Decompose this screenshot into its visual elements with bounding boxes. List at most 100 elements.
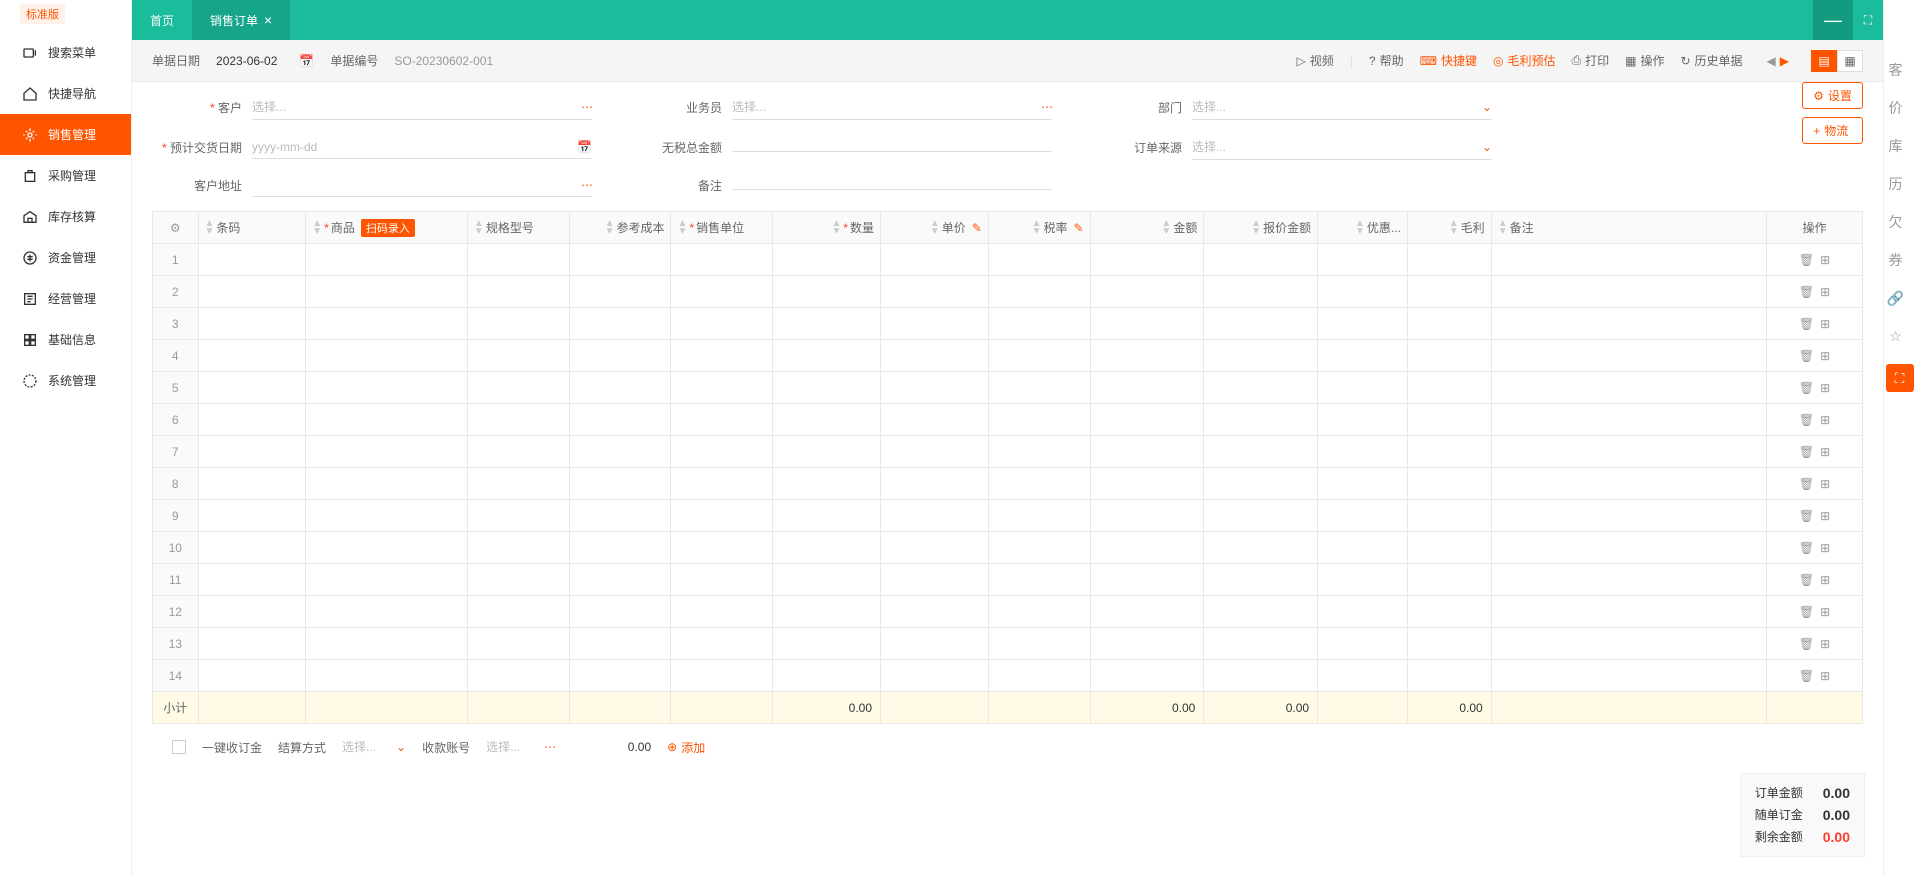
table-cell[interactable] (671, 276, 773, 308)
amount-input[interactable] (732, 143, 1052, 152)
doc-date-value[interactable]: 2023-06-02 (216, 54, 277, 68)
barcode-col[interactable]: ▲▼条码 (198, 212, 306, 244)
prev-button[interactable]: ◀ (1767, 54, 1776, 68)
copy-icon[interactable]: ⊞ (1820, 477, 1830, 491)
table-cell[interactable] (988, 500, 1090, 532)
table-cell[interactable] (988, 372, 1090, 404)
table-cell[interactable] (988, 532, 1090, 564)
table-cell[interactable] (988, 596, 1090, 628)
tab-首页[interactable]: 首页 (132, 0, 192, 40)
table-cell[interactable] (1090, 436, 1204, 468)
table-cell[interactable] (569, 660, 671, 692)
table-cell[interactable] (569, 628, 671, 660)
table-row[interactable]: 6🗑⊞ (153, 404, 1863, 436)
table-cell[interactable] (306, 500, 468, 532)
table-cell[interactable] (306, 244, 468, 276)
chevron-down-icon[interactable]: ⌄ (1482, 100, 1492, 114)
table-cell[interactable] (988, 660, 1090, 692)
rail-价-icon[interactable]: 价 (1886, 98, 1906, 118)
copy-icon[interactable]: ⊞ (1820, 413, 1830, 427)
rail-expand-icon[interactable]: ⛶ (1886, 364, 1914, 392)
table-cell[interactable] (1491, 436, 1766, 468)
table-cell[interactable] (671, 404, 773, 436)
settle-select[interactable]: 选择...⌄ (342, 738, 406, 756)
table-cell[interactable] (881, 564, 989, 596)
table-cell[interactable] (198, 660, 306, 692)
operate-button[interactable]: ▦操作 (1625, 52, 1664, 69)
table-cell[interactable] (881, 436, 989, 468)
table-cell[interactable] (1204, 404, 1318, 436)
table-cell[interactable] (569, 372, 671, 404)
table-row[interactable]: 13🗑⊞ (153, 628, 1863, 660)
table-cell[interactable] (198, 404, 306, 436)
table-cell[interactable] (467, 276, 569, 308)
minimize-button[interactable]: — (1813, 0, 1853, 40)
video-button[interactable]: ▷视频 (1297, 52, 1334, 69)
table-cell[interactable] (198, 628, 306, 660)
table-cell[interactable] (773, 276, 881, 308)
table-cell[interactable] (988, 276, 1090, 308)
table-cell[interactable] (671, 660, 773, 692)
delete-icon[interactable]: 🗑 (1799, 573, 1814, 587)
table-row[interactable]: 10🗑⊞ (153, 532, 1863, 564)
table-cell[interactable] (467, 596, 569, 628)
table-cell[interactable] (198, 468, 306, 500)
table-cell[interactable] (988, 436, 1090, 468)
table-cell[interactable] (198, 308, 306, 340)
amount-col[interactable]: ▲▼金额 (1090, 212, 1204, 244)
table-cell[interactable] (198, 276, 306, 308)
table-cell[interactable] (1204, 340, 1318, 372)
table-cell[interactable] (467, 500, 569, 532)
tab-销售订单[interactable]: 销售订单× (192, 0, 290, 40)
customer-select[interactable]: 选择...⋯ (252, 94, 592, 120)
table-cell[interactable] (569, 340, 671, 372)
copy-icon[interactable]: ⊞ (1820, 637, 1830, 651)
table-cell[interactable] (1204, 596, 1318, 628)
delete-icon[interactable]: 🗑 (1799, 637, 1814, 651)
table-cell[interactable] (1318, 564, 1408, 596)
table-cell[interactable] (1407, 532, 1491, 564)
table-cell[interactable] (671, 436, 773, 468)
table-cell[interactable] (881, 500, 989, 532)
table-cell[interactable] (306, 308, 468, 340)
table-row[interactable]: 7🗑⊞ (153, 436, 1863, 468)
table-cell[interactable] (1407, 244, 1491, 276)
table-cell[interactable] (671, 340, 773, 372)
table-cell[interactable] (467, 372, 569, 404)
table-cell[interactable] (306, 660, 468, 692)
table-cell[interactable] (1407, 628, 1491, 660)
delete-icon[interactable]: 🗑 (1799, 477, 1814, 491)
copy-icon[interactable]: ⊞ (1820, 605, 1830, 619)
table-cell[interactable] (881, 596, 989, 628)
history-button[interactable]: ↻历史单据 (1680, 52, 1742, 69)
table-cell[interactable] (1204, 244, 1318, 276)
table-cell[interactable] (1204, 276, 1318, 308)
table-cell[interactable] (1407, 404, 1491, 436)
rail-欠-icon[interactable]: 欠 (1886, 212, 1906, 232)
table-cell[interactable] (569, 308, 671, 340)
table-cell[interactable] (1204, 372, 1318, 404)
table-cell[interactable] (1491, 244, 1766, 276)
delete-icon[interactable]: 🗑 (1799, 349, 1814, 363)
table-cell[interactable] (773, 308, 881, 340)
delete-icon[interactable]: 🗑 (1799, 253, 1814, 267)
table-cell[interactable] (467, 532, 569, 564)
table-cell[interactable] (671, 628, 773, 660)
table-cell[interactable] (773, 404, 881, 436)
gear-col[interactable]: ⚙ (153, 212, 199, 244)
table-cell[interactable] (198, 372, 306, 404)
rail-link-icon[interactable]: 🔗 (1886, 288, 1906, 308)
table-cell[interactable] (1318, 244, 1408, 276)
table-cell[interactable] (1491, 564, 1766, 596)
delete-icon[interactable]: 🗑 (1799, 605, 1814, 619)
table-cell[interactable] (671, 468, 773, 500)
table-cell[interactable] (569, 564, 671, 596)
table-cell[interactable] (773, 660, 881, 692)
table-cell[interactable] (569, 404, 671, 436)
table-cell[interactable] (773, 564, 881, 596)
copy-icon[interactable]: ⊞ (1820, 541, 1830, 555)
more-icon[interactable]: ⋯ (581, 178, 592, 192)
table-cell[interactable] (467, 308, 569, 340)
address-input[interactable]: ⋯ (252, 174, 592, 197)
table-cell[interactable] (1090, 596, 1204, 628)
